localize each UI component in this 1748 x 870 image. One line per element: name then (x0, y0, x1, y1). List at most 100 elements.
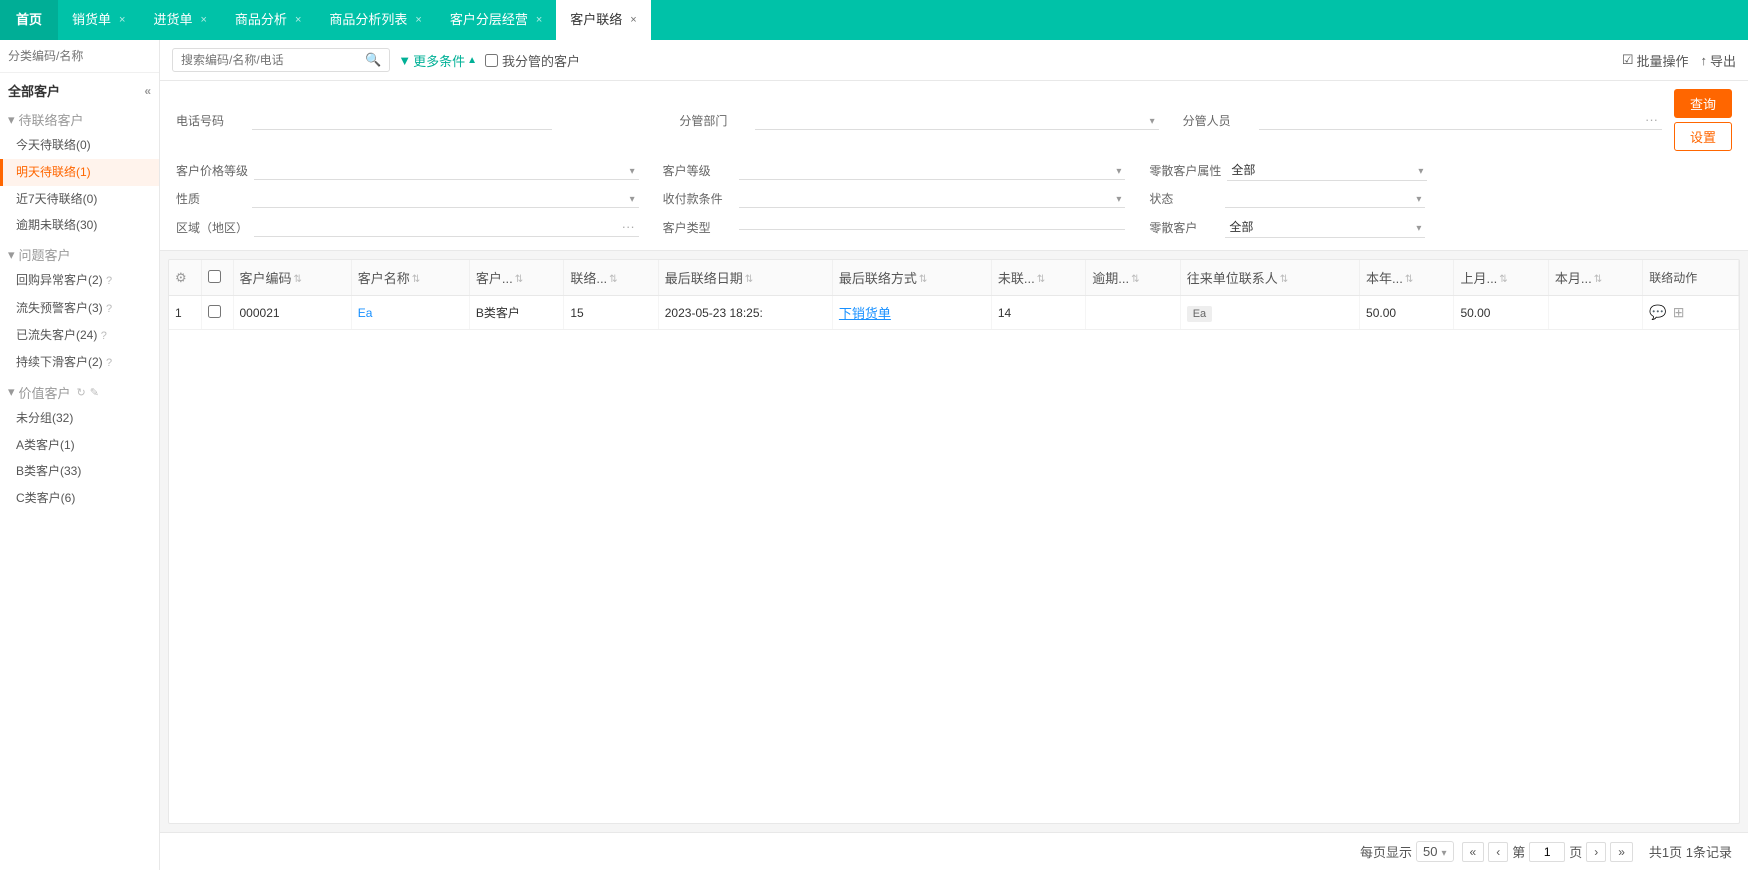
sort-icon-type (515, 270, 523, 285)
batch-op-button[interactable]: ☑ 批量操作 (1622, 51, 1689, 70)
page-input[interactable] (1529, 842, 1565, 862)
sidebar-item-churned[interactable]: 已流失客户(24) ? (0, 322, 159, 349)
sort-icon-contact-person (1280, 270, 1288, 285)
select-all-checkbox[interactable] (208, 270, 221, 283)
col-uncontacted[interactable]: 未联... (991, 260, 1085, 296)
prev-page-button[interactable]: ‹ (1488, 842, 1508, 862)
col-contact-person[interactable]: 往来单位联系人 (1180, 260, 1359, 296)
col-name[interactable]: 客户名称 (351, 260, 469, 296)
my-customers-checkbox-area[interactable]: 我分管的客户 (485, 51, 580, 70)
col-overdue[interactable]: 逾期... (1086, 260, 1180, 296)
close-goods-analysis-list-icon[interactable]: × (415, 0, 421, 40)
price-level-select[interactable] (254, 161, 639, 180)
page-size-select[interactable]: 50 (1416, 841, 1454, 862)
payment-select[interactable] (739, 189, 1126, 208)
filter-icon: ▼ (398, 53, 411, 68)
sidebar-search-input[interactable] (8, 49, 160, 63)
set-button[interactable]: 设置 (1674, 122, 1732, 151)
col-last-month[interactable]: 上月... (1454, 260, 1548, 296)
price-level-label: 客户价格等级 (176, 162, 248, 179)
gear-settings-icon[interactable] (175, 270, 187, 285)
query-button[interactable]: 查询 (1674, 89, 1732, 118)
nav-item-goods-analysis-list[interactable]: 商品分析列表 × (315, 0, 435, 40)
nav-item-purchase[interactable]: 进货单 × (139, 0, 220, 40)
person-dotmenu-icon[interactable]: ··· (1645, 112, 1658, 127)
retail-attr-select[interactable]: 全部 (1227, 159, 1427, 181)
sidebar-collapse-icon[interactable]: « (144, 84, 151, 98)
my-customers-checkbox[interactable] (485, 54, 498, 67)
col-last-method[interactable]: 最后联络方式 (832, 260, 991, 296)
retail-customer-select[interactable]: 全部 (1225, 216, 1425, 238)
close-purchase-icon[interactable]: × (200, 0, 206, 40)
col-code[interactable]: 客户编码 (233, 260, 351, 296)
sidebar-item-today-contact[interactable]: 今天待联络(0) (0, 132, 159, 159)
value-customer-edit-icon[interactable]: ✎ (90, 386, 99, 399)
col-checkbox[interactable] (201, 260, 233, 296)
value-customer-refresh-icon[interactable]: ↻ (77, 386, 86, 399)
customer-type-select[interactable] (739, 225, 1126, 230)
sidebar-item-week-contact[interactable]: 近7天待联络(0) (0, 186, 159, 213)
row-checkbox[interactable] (208, 305, 221, 318)
status-select[interactable] (1225, 189, 1425, 208)
next-page-button[interactable]: › (1586, 842, 1606, 862)
close-goods-analysis-icon[interactable]: × (295, 0, 301, 40)
dept-select[interactable] (755, 111, 1158, 130)
cell-last-method[interactable]: 下销货单 (832, 296, 991, 330)
table-container: 客户编码 客户名称 客户... 联络... 最后联络日期 最后联络方式 未联..… (168, 259, 1740, 824)
cell-overdue (1086, 296, 1180, 330)
nature-select[interactable] (252, 189, 639, 208)
grid-action-icon[interactable]: ⊞ (1673, 304, 1685, 321)
nav-item-goods-analysis[interactable]: 商品分析 × (221, 0, 315, 40)
last-method-link[interactable]: 下销货单 (839, 306, 891, 321)
sidebar-item-type-c[interactable]: C类客户(6) (0, 485, 159, 512)
col-type[interactable]: 客户... (469, 260, 563, 296)
col-this-year[interactable]: 本年... (1360, 260, 1454, 296)
close-customer-contact-icon[interactable]: × (630, 0, 636, 40)
sidebar-item-overdue-contact[interactable]: 逾期未联络(30) (0, 212, 159, 239)
more-conditions-button[interactable]: ▼ 更多条件 ▲ (398, 51, 477, 70)
export-label: 导出 (1710, 51, 1736, 70)
sidebar-item-type-a[interactable]: A类客户(1) (0, 432, 159, 459)
filter-cell-payment: 收付款条件 (663, 189, 1126, 208)
region-dotmenu-icon[interactable]: ··· (622, 219, 635, 234)
sidebar-item-ungrouped[interactable]: 未分组(32) (0, 405, 159, 432)
sidebar-item-tomorrow-contact[interactable]: 明天待联络(1) (0, 159, 159, 186)
cell-name[interactable]: Ea (351, 296, 469, 330)
sidebar-item-declining[interactable]: 持续下滑客户(2) ? (0, 349, 159, 376)
export-button[interactable]: ↑ 导出 (1700, 51, 1736, 70)
sidebar-item-churn-warning[interactable]: 流失预警客户(3) ? (0, 295, 159, 322)
nav-item-customer-contact[interactable]: 客户联络 × (556, 0, 650, 40)
sort-icon-this-year (1405, 270, 1413, 285)
comment-action-icon[interactable]: 💬 (1649, 304, 1666, 321)
filter-cell-price-level: 客户价格等级 (176, 161, 639, 180)
phone-input[interactable] (252, 111, 552, 130)
nav-home[interactable]: 首页 (0, 0, 58, 40)
close-sales-icon[interactable]: × (119, 0, 125, 40)
search-input[interactable] (181, 53, 361, 67)
per-page-label: 每页显示 (1360, 842, 1412, 861)
person-label: 分管人员 (1183, 112, 1253, 129)
col-gear[interactable] (169, 260, 201, 296)
sidebar-item-repurchase-abnormal[interactable]: 回购异常客户(2) ? (0, 267, 159, 294)
nav-item-sales[interactable]: 销货单 × (58, 0, 139, 40)
col-contact-count[interactable]: 联络... (564, 260, 658, 296)
customer-level-select[interactable] (739, 161, 1126, 180)
last-page-button[interactable]: » (1610, 842, 1633, 862)
col-this-month[interactable]: 本月... (1548, 260, 1642, 296)
filter-cell-nature: 性质 (176, 189, 639, 208)
nav-purchase-label: 进货单 (153, 0, 192, 40)
nav-item-customer-tier[interactable]: 客户分层经营 × (436, 0, 556, 40)
col-last-date[interactable]: 最后联络日期 (658, 260, 832, 296)
search-icon[interactable]: 🔍 (365, 52, 381, 68)
sidebar-item-type-b[interactable]: B类客户(33) (0, 458, 159, 485)
nav-customer-contact-label: 客户联络 (570, 0, 622, 40)
payment-label: 收付款条件 (663, 190, 733, 207)
col-sort-this-month: 本月... (1555, 268, 1602, 287)
sidebar-all-customers-header[interactable]: 全部客户 « (0, 73, 159, 104)
close-customer-tier-icon[interactable]: × (536, 0, 542, 40)
sort-icon-uncontacted (1037, 270, 1045, 285)
top-nav: 首页 销货单 × 进货单 × 商品分析 × 商品分析列表 × 客户分层经营 × … (0, 0, 1748, 40)
first-page-button[interactable]: « (1462, 842, 1485, 862)
filter-cell-status: 状态 (1149, 189, 1612, 208)
cell-checkbox[interactable] (201, 296, 233, 330)
